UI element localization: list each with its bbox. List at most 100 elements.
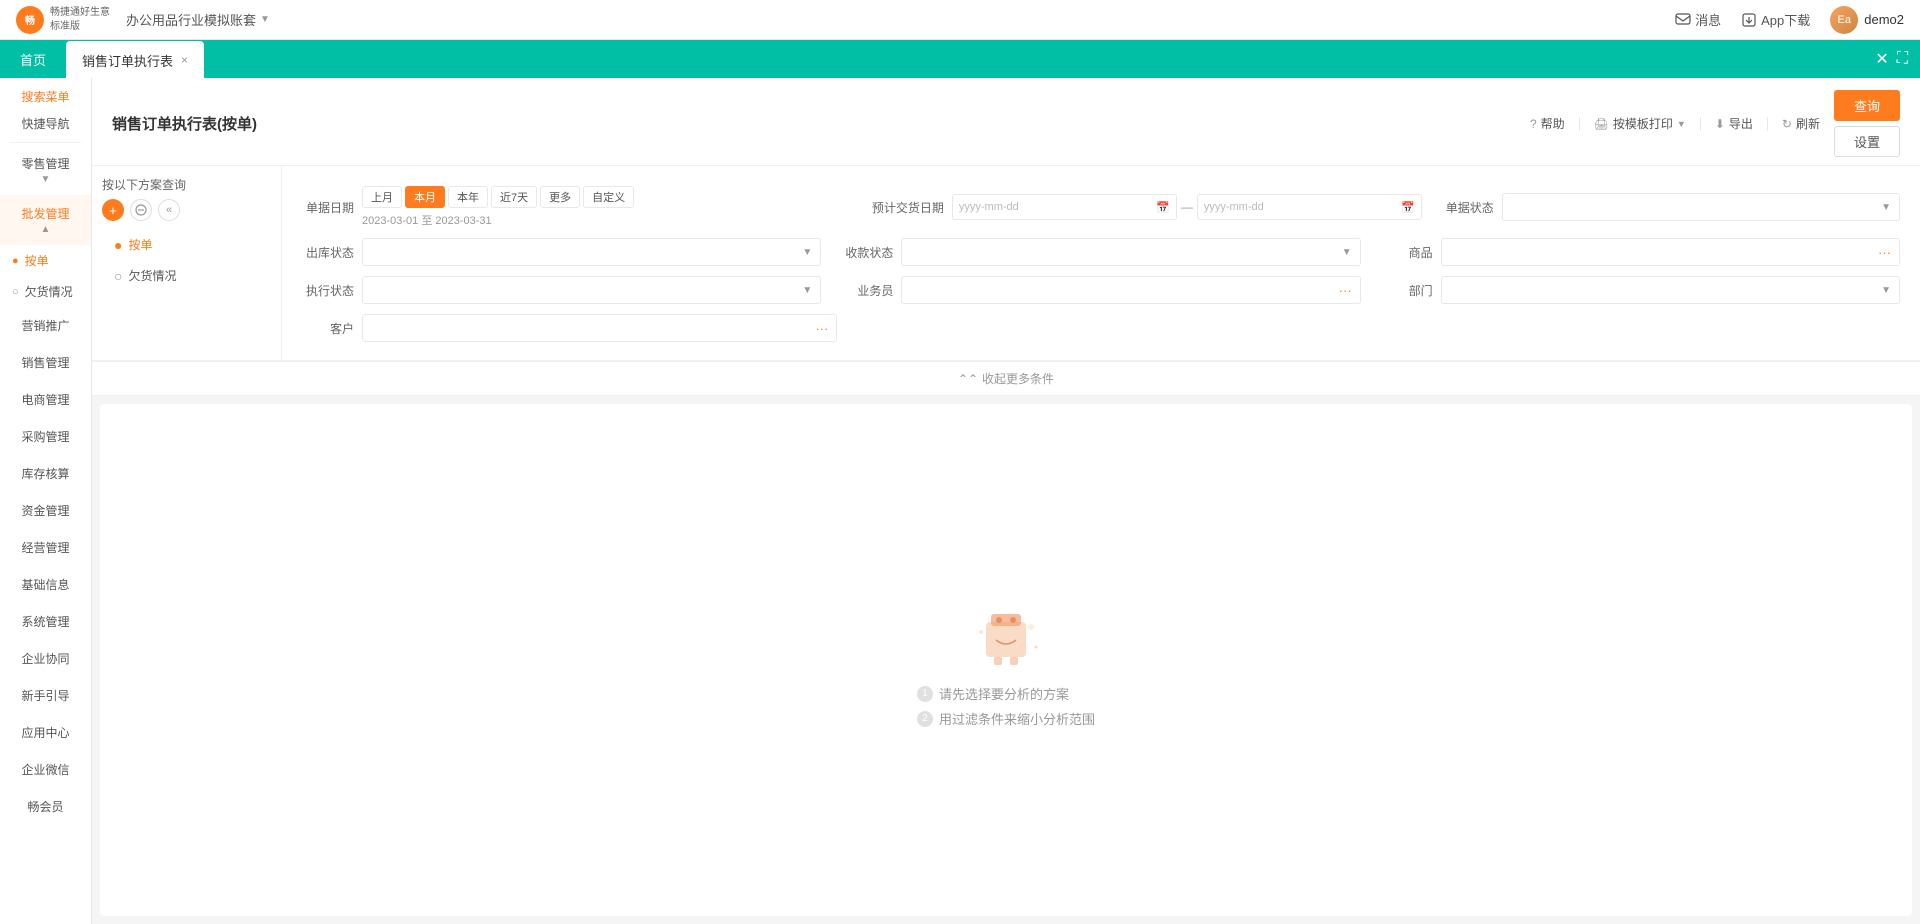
message-icon bbox=[1675, 12, 1691, 28]
sidebar-item-purchase[interactable]: 采购管理 bbox=[0, 418, 91, 455]
help-button[interactable]: ? 帮助 bbox=[1530, 115, 1565, 132]
sidebar-item-wholesale[interactable]: 批发管理 ▲ bbox=[0, 195, 91, 245]
salesperson-label: 业务员 bbox=[841, 282, 893, 299]
date-btn-cur-year[interactable]: 本年 bbox=[448, 186, 488, 208]
date-btn-7days[interactable]: 近7天 bbox=[491, 186, 537, 208]
date-label: 单据日期 bbox=[302, 199, 354, 216]
goods-label: 商品 bbox=[1381, 244, 1433, 261]
tab-sales-execution[interactable]: 销售订单执行表 × bbox=[66, 41, 204, 79]
logo-text: 畅捷通好生意 标准版 bbox=[50, 6, 110, 34]
date-btn-custom[interactable]: 自定义 bbox=[583, 186, 634, 208]
customer-input[interactable]: ··· bbox=[362, 314, 837, 342]
template-print-button[interactable]: 🖨 按模板打印 ▼ bbox=[1594, 115, 1686, 132]
sidebar-item-member[interactable]: 畅会员 bbox=[0, 788, 91, 825]
customer-item: 客户 ··· bbox=[302, 314, 837, 342]
app-download-icon bbox=[1741, 12, 1757, 28]
plan-btn-row: + « bbox=[102, 199, 271, 221]
execution-select[interactable]: ▼ bbox=[362, 276, 821, 304]
payment-control: ▼ bbox=[901, 238, 1360, 266]
plan-sub-credit[interactable]: ○ 欠货情况 bbox=[102, 260, 271, 291]
page-actions: ? 帮助 🖨 按模板打印 ▼ ⬇ 导出 ↻ 刷新 bbox=[1530, 90, 1900, 157]
sidebar-item-operation[interactable]: 经营管理 bbox=[0, 529, 91, 566]
sidebar-item-wechat[interactable]: 企业微信 bbox=[0, 751, 91, 788]
date-btn-cur-month[interactable]: 本月 bbox=[405, 186, 445, 208]
logo-area[interactable]: 畅 畅捷通好生意 标准版 bbox=[16, 6, 110, 34]
delivery-status-item: 出库状态 ▼ bbox=[302, 238, 821, 266]
sidebar-sub-item-credit[interactable]: ○ 欠货情况 bbox=[0, 276, 91, 307]
message-button[interactable]: 消息 bbox=[1675, 10, 1721, 29]
salesperson-control: ··· bbox=[901, 276, 1360, 304]
sidebar-item-inventory[interactable]: 库存核算 bbox=[0, 455, 91, 492]
date-separator: — bbox=[1181, 200, 1193, 214]
sidebar-item-basic[interactable]: 基础信息 bbox=[0, 566, 91, 603]
close-window-icon[interactable]: ✕ bbox=[1875, 49, 1888, 69]
refresh-button[interactable]: ↻ 刷新 bbox=[1782, 115, 1820, 132]
refresh-icon: ↻ bbox=[1782, 117, 1792, 131]
status-select[interactable]: ▼ bbox=[1502, 193, 1900, 221]
edit-plan-button[interactable] bbox=[130, 199, 152, 221]
sidebar-item-ecommerce[interactable]: 电商管理 bbox=[0, 381, 91, 418]
status-control: ▼ bbox=[1502, 193, 1900, 221]
delivery-control: ▼ bbox=[362, 238, 821, 266]
header-left: 畅 畅捷通好生意 标准版 办公用品行业模拟账套 ▼ bbox=[16, 6, 278, 34]
avatar: Ea bbox=[1830, 6, 1858, 34]
goods-input[interactable]: ··· bbox=[1441, 238, 1900, 266]
app-download-button[interactable]: App下载 bbox=[1741, 10, 1810, 29]
expected-date-label: 预计交货日期 bbox=[872, 199, 944, 216]
tab-bar: 首页 销售订单执行表 × ✕ ⛶ bbox=[0, 40, 1920, 78]
chevron-down-icon: ▼ bbox=[1342, 247, 1352, 258]
sidebar-item-system[interactable]: 系统管理 bbox=[0, 603, 91, 640]
sidebar-divider bbox=[10, 142, 81, 143]
sidebar-item-finance[interactable]: 资金管理 bbox=[0, 492, 91, 529]
tab-home[interactable]: 首页 bbox=[0, 40, 66, 78]
chevron-down-icon: ▼ bbox=[802, 285, 812, 296]
sidebar-item-marketing[interactable]: 营销推广 bbox=[0, 307, 91, 344]
settings-button[interactable]: 设置 bbox=[1834, 126, 1900, 157]
expected-date-range: yyyy-mm-dd 📅 — yyyy-mm-dd 📅 bbox=[952, 194, 1422, 220]
query-button[interactable]: 查询 bbox=[1834, 90, 1900, 121]
content-area: 销售订单执行表(按单) ? 帮助 🖨 按模板打印 ▼ ⬇ 导出 bbox=[92, 78, 1920, 924]
delivery-select[interactable]: ▼ bbox=[362, 238, 821, 266]
payment-status-item: 收款状态 ▼ bbox=[841, 238, 1360, 266]
main-layout: 搜索菜单 快捷导航 零售管理 ▼ 批发管理 ▲ ● 按单 ○ 欠货情况 营销推广… bbox=[0, 78, 1920, 924]
tip-num-2: 2 bbox=[917, 711, 933, 727]
date-btn-prev-month[interactable]: 上月 bbox=[362, 186, 402, 208]
payment-select[interactable]: ▼ bbox=[901, 238, 1360, 266]
plan-sub-order[interactable]: ● 按单 bbox=[102, 229, 271, 260]
sidebar-quick-nav[interactable]: 快捷导航 bbox=[0, 111, 91, 140]
nav-dropdown[interactable]: 办公用品行业模拟账套 ▼ bbox=[118, 6, 278, 33]
date-from-input[interactable]: yyyy-mm-dd 📅 bbox=[952, 194, 1177, 220]
page-title: 销售订单执行表(按单) bbox=[112, 113, 257, 134]
sidebar-search[interactable]: 搜索菜单 bbox=[0, 78, 91, 111]
delivery-label: 出库状态 bbox=[302, 244, 354, 261]
department-select[interactable]: ▼ bbox=[1441, 276, 1900, 304]
add-plan-button[interactable]: + bbox=[102, 199, 124, 221]
radio-icon: ○ bbox=[12, 286, 19, 298]
collapse-button[interactable]: « bbox=[158, 199, 180, 221]
status-item: 单据状态 ▼ bbox=[1442, 193, 1900, 221]
empty-state: 1 请先选择要分析的方案 2 用过滤条件来缩小分析范围 bbox=[100, 404, 1912, 916]
expand-window-icon[interactable]: ⛶ bbox=[1897, 50, 1908, 68]
execution-item: 执行状态 ▼ bbox=[302, 276, 821, 304]
export-button[interactable]: ⬇ 导出 bbox=[1715, 115, 1753, 132]
date-to-input[interactable]: yyyy-mm-dd 📅 bbox=[1197, 194, 1422, 220]
user-menu[interactable]: Ea demo2 bbox=[1830, 6, 1904, 34]
sidebar-item-enterprise[interactable]: 企业协同 bbox=[0, 640, 91, 677]
salesperson-input[interactable]: ··· bbox=[901, 276, 1360, 304]
status-label: 单据状态 bbox=[1442, 199, 1494, 216]
sidebar-sub-item-order[interactable]: ● 按单 bbox=[0, 245, 91, 276]
export-icon: ⬇ bbox=[1715, 117, 1725, 131]
tip-num-1: 1 bbox=[917, 686, 933, 702]
collapse-row[interactable]: ⌃⌃ 收起更多条件 bbox=[92, 361, 1920, 396]
department-control: ▼ bbox=[1441, 276, 1900, 304]
date-btn-more[interactable]: 更多 bbox=[540, 186, 580, 208]
sidebar-item-retail[interactable]: 零售管理 ▼ bbox=[0, 145, 91, 195]
salesperson-ellipsis[interactable]: ··· bbox=[1339, 283, 1352, 298]
tab-close-button[interactable]: × bbox=[181, 53, 188, 67]
customer-ellipsis[interactable]: ··· bbox=[815, 321, 828, 336]
sidebar-item-sales[interactable]: 销售管理 bbox=[0, 344, 91, 381]
sidebar-item-appstore[interactable]: 应用中心 bbox=[0, 714, 91, 751]
goods-ellipsis[interactable]: ··· bbox=[1878, 245, 1891, 260]
salesperson-item: 业务员 ··· bbox=[841, 276, 1360, 304]
sidebar-item-newbie[interactable]: 新手引导 bbox=[0, 677, 91, 714]
